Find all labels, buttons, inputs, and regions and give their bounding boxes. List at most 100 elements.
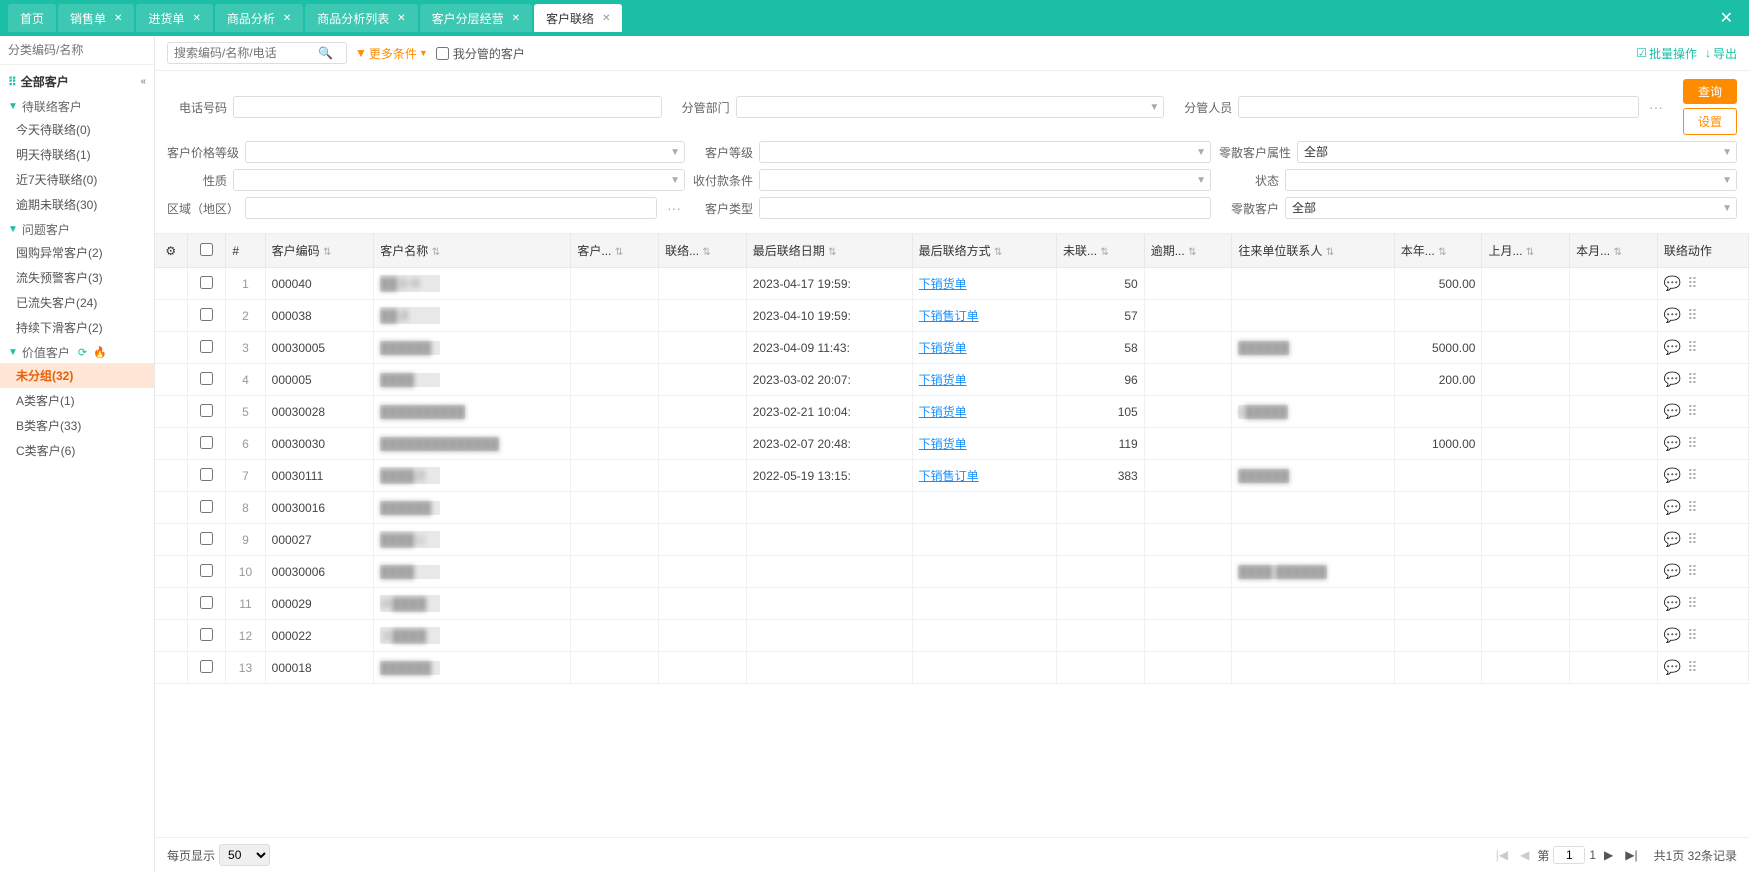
grid-action-icon[interactable]: ⠿ [1687,595,1697,612]
grid-action-icon[interactable]: ⠿ [1687,339,1697,356]
th-this-month[interactable]: 本月... ⇅ [1570,234,1658,268]
row-checkbox[interactable] [200,308,213,321]
row-checkbox[interactable] [200,532,213,545]
td-last-contact-method[interactable]: 下销售订单 [912,300,1056,332]
status-select[interactable] [1285,169,1737,191]
td-last-contact-method[interactable] [912,588,1056,620]
nature-select[interactable] [233,169,685,191]
grid-action-icon[interactable]: ⠿ [1687,627,1697,644]
row-checkbox[interactable] [200,276,213,289]
sidebar-search-input[interactable] [8,43,155,57]
chat-icon[interactable]: 💬 [1664,659,1681,676]
sidebar-collapse-icon[interactable]: « [140,76,146,87]
th-this-year[interactable]: 本年... ⇅ [1394,234,1482,268]
td-last-contact-method[interactable]: 下销货单 [912,268,1056,300]
grid-action-icon[interactable]: ⠿ [1687,371,1697,388]
row-checkbox[interactable] [200,628,213,641]
chat-icon[interactable]: 💬 [1664,339,1681,356]
grid-action-icon[interactable]: ⠿ [1687,499,1697,516]
td-last-contact-method[interactable] [912,556,1056,588]
td-last-contact-method[interactable] [912,524,1056,556]
td-last-contact-method[interactable]: 下销货单 [912,364,1056,396]
row-checkbox[interactable] [200,404,213,417]
row-checkbox[interactable] [200,340,213,353]
td-last-contact-method[interactable] [912,652,1056,684]
chat-icon[interactable]: 💬 [1664,435,1681,452]
customer-grade-select[interactable] [759,141,1211,163]
th-overdue[interactable]: 逾期... ⇅ [1144,234,1232,268]
th-contact[interactable]: 联络... ⇅ [659,234,747,268]
tab-purchase-close[interactable]: ✕ [192,13,200,24]
sparse-attr-select[interactable]: 全部 [1297,141,1737,163]
sidebar-item-churn-warning[interactable]: 流失预警客户(3) [0,265,154,290]
td-last-contact-method[interactable]: 下销货单 [912,428,1056,460]
grid-action-icon[interactable]: ⠿ [1687,659,1697,676]
chat-icon[interactable]: 💬 [1664,307,1681,324]
tab-purchase[interactable]: 进货单 ✕ [136,4,212,32]
row-checkbox[interactable] [200,564,213,577]
grid-action-icon[interactable]: ⠿ [1687,435,1697,452]
sidebar-item-declining[interactable]: 持续下滑客户(2) [0,315,154,340]
td-last-contact-method[interactable]: 下销货单 [912,332,1056,364]
chat-icon[interactable]: 💬 [1664,531,1681,548]
th-name[interactable]: 客户名称 ⇅ [374,234,571,268]
all-customers-header[interactable]: ⠿ 全部客户 « [0,65,154,94]
td-last-contact-method[interactable] [912,492,1056,524]
grid-action-icon[interactable]: ⠿ [1687,467,1697,484]
sidebar-item-abnormal[interactable]: 囤购异常客户(2) [0,240,154,265]
th-company-contact[interactable]: 往来单位联系人 ⇅ [1232,234,1394,268]
search-input[interactable] [174,46,314,60]
tab-customer-segment[interactable]: 客户分层经营 ✕ [420,4,532,32]
chat-icon[interactable]: 💬 [1664,595,1681,612]
prev-page-btn[interactable]: ◀ [1516,846,1533,864]
row-checkbox[interactable] [200,660,213,673]
tab-customer-segment-close[interactable]: ✕ [512,13,520,24]
next-page-btn[interactable]: ▶ [1600,846,1617,864]
chat-icon[interactable]: 💬 [1664,371,1681,388]
tab-goods-analysis-close[interactable]: ✕ [283,13,291,24]
sidebar-item-a-class[interactable]: A类客户(1) [0,388,154,413]
manager-input[interactable] [1238,96,1639,118]
customer-type-input[interactable] [759,197,1211,219]
sidebar-item-churned[interactable]: 已流失客户(24) [0,290,154,315]
manager-dots-btn[interactable]: ··· [1645,99,1667,115]
chat-icon[interactable]: 💬 [1664,275,1681,292]
last-page-btn[interactable]: ▶| [1621,846,1641,864]
per-page-select[interactable]: 50 100 200 [219,844,270,866]
grid-action-icon[interactable]: ⠿ [1687,403,1697,420]
grid-action-icon[interactable]: ⠿ [1687,275,1697,292]
tab-goods-list-close[interactable]: ✕ [397,13,405,24]
search-icon[interactable]: 🔍 [318,46,333,60]
more-conditions-btn[interactable]: ▼ 更多条件 ▼ [355,45,428,62]
settings-button[interactable]: 设置 [1683,108,1737,135]
th-gear[interactable]: ⚙ [155,234,187,268]
region-input[interactable] [245,197,657,219]
phone-input[interactable] [233,96,662,118]
my-customers-filter[interactable]: 我分管的客户 [436,45,525,62]
tab-home[interactable]: 首页 [8,4,56,32]
tab-customer-contact[interactable]: 客户联络 ✕ [534,4,622,32]
refresh-icon[interactable]: ⟳ [78,346,87,359]
chat-icon[interactable]: 💬 [1664,627,1681,644]
row-checkbox[interactable] [200,436,213,449]
select-all-checkbox[interactable] [200,243,213,256]
th-last-contact-method[interactable]: 最后联络方式 ⇅ [912,234,1056,268]
grid-action-icon[interactable]: ⠿ [1687,563,1697,580]
tab-customer-contact-close[interactable]: ✕ [602,13,610,24]
th-type[interactable]: 客户... ⇅ [571,234,659,268]
th-last-month[interactable]: 上月... ⇅ [1482,234,1570,268]
chat-icon[interactable]: 💬 [1664,403,1681,420]
price-grade-select[interactable] [245,141,685,163]
sidebar-item-overdue[interactable]: 逾期未联络(30) [0,192,154,217]
sidebar-item-7days-pending[interactable]: 近7天待联络(0) [0,167,154,192]
th-code[interactable]: 客户编码 ⇅ [265,234,374,268]
query-button[interactable]: 查询 [1683,79,1737,104]
first-page-btn[interactable]: |◀ [1492,846,1512,864]
sidebar-item-tomorrow-pending[interactable]: 明天待联络(1) [0,142,154,167]
export-btn[interactable]: ↓ 导出 [1705,45,1737,62]
chat-icon[interactable]: 💬 [1664,467,1681,484]
chat-icon[interactable]: 💬 [1664,499,1681,516]
row-checkbox[interactable] [200,500,213,513]
tab-goods-list[interactable]: 商品分析列表 ✕ [305,4,417,32]
grid-action-icon[interactable]: ⠿ [1687,307,1697,324]
